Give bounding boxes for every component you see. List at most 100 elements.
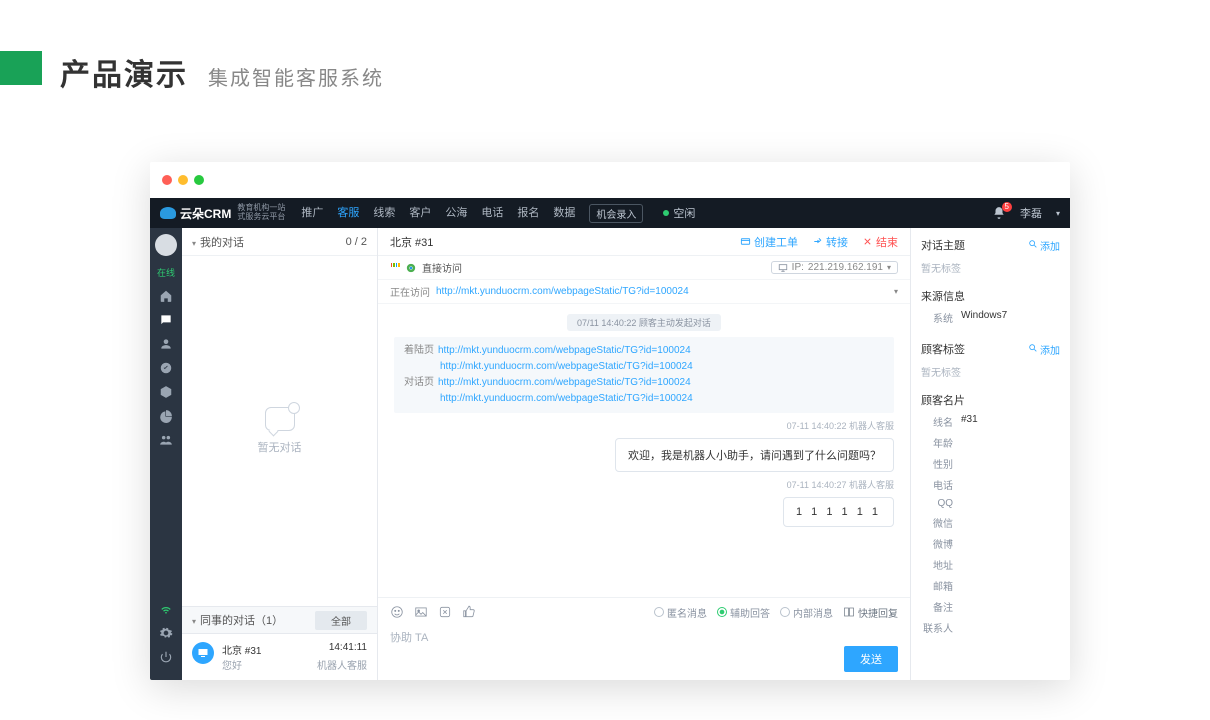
sidebar-item-user[interactable] — [150, 337, 182, 351]
my-conversations-header[interactable]: ▾我的对话 0 / 2 — [182, 228, 377, 256]
message-bubble: 欢迎，我是机器人小助手，请问遇到了什么问题吗？ — [615, 438, 894, 472]
window-close-dot[interactable] — [162, 175, 172, 185]
page-heading: 产品演示 集成智能客服系统 — [0, 0, 1210, 124]
assist-option[interactable]: 辅助回答 — [717, 605, 770, 620]
notif-badge: 5 — [1002, 202, 1012, 212]
product-tagline: 教育机构一站式服务云平台 — [237, 204, 285, 222]
sidebar-item-logout[interactable] — [150, 650, 182, 664]
page-subtitle: 集成智能客服系统 — [208, 62, 384, 91]
customer-field-row[interactable]: QQ — [921, 495, 1060, 512]
chrome-icon — [406, 263, 416, 273]
chat-title: 北京 #31 — [390, 234, 433, 250]
window-minimize-dot[interactable] — [178, 175, 188, 185]
tags-empty: 暂无标签 — [921, 360, 1060, 389]
sidebar-item-settings[interactable] — [150, 626, 182, 640]
send-button[interactable]: 发送 — [844, 646, 898, 672]
sidebar-item-wifi[interactable] — [150, 602, 182, 616]
empty-label: 暂无对话 — [258, 439, 302, 455]
chat-url-link[interactable]: http://mkt.yunduocrm.com/webpageStatic/T… — [440, 393, 693, 404]
anonymous-option[interactable]: 匿名消息 — [654, 605, 707, 620]
chat-url-link[interactable]: http://mkt.yunduocrm.com/webpageStatic/T… — [438, 377, 691, 388]
customer-field-row[interactable]: 地址 — [921, 554, 1060, 575]
sidebar-item-chat[interactable] — [150, 313, 182, 327]
product-logo[interactable]: 云朵CRM 教育机构一站式服务云平台 — [160, 204, 285, 222]
search-icon — [1028, 343, 1038, 353]
window-maximize-dot[interactable] — [194, 175, 204, 185]
search-icon — [1028, 239, 1038, 249]
customer-field-row[interactable]: 备注 — [921, 596, 1060, 617]
sidebar-item-check[interactable] — [150, 361, 182, 375]
add-tag-button[interactable]: 添加 — [1028, 342, 1060, 357]
landing-url-link[interactable]: http://mkt.yunduocrm.com/webpageStatic/T… — [440, 361, 693, 372]
landing-url-link[interactable]: http://mkt.yunduocrm.com/webpageStatic/T… — [438, 345, 691, 356]
nav-item-clients[interactable]: 客户 — [409, 204, 431, 223]
conversation-agent: 机器人客服 — [317, 657, 367, 672]
customer-field-row[interactable]: 电话 — [921, 474, 1060, 495]
nav-item-signup[interactable]: 报名 — [517, 204, 539, 223]
close-icon — [862, 236, 873, 247]
image-icon[interactable] — [414, 605, 428, 619]
message-timestamp: 07-11 14:40:27 机器人客服 — [787, 478, 894, 491]
status-dot-icon — [663, 210, 669, 216]
customer-field-row[interactable]: 邮箱 — [921, 575, 1060, 596]
product-name: 云朵CRM — [180, 205, 231, 222]
chat-messages[interactable]: 07/11 14:40:22 顾客主动发起对话 着陆页http://mkt.yu… — [378, 304, 910, 597]
end-chat-button[interactable]: 结束 — [862, 234, 898, 250]
sidebar-item-group[interactable] — [150, 433, 182, 447]
top-nav: 云朵CRM 教育机构一站式服务云平台 推广 客服 线索 客户 公海 电话 报名 … — [150, 198, 1070, 228]
nav-item-phone[interactable]: 电话 — [481, 204, 503, 223]
customer-field-row[interactable]: 微信 — [921, 512, 1060, 533]
source-section-header: 来源信息 — [921, 285, 1060, 307]
nav-item-promo[interactable]: 推广 — [301, 204, 323, 223]
internal-option[interactable]: 内部消息 — [780, 605, 833, 620]
message-input[interactable] — [390, 632, 898, 644]
windows-icon — [390, 263, 400, 273]
status-label: 空闲 — [673, 205, 695, 221]
conversation-title: 北京 #31 — [222, 642, 261, 657]
transfer-button[interactable]: 转接 — [812, 234, 848, 250]
monitor-icon — [778, 263, 788, 273]
current-user-name[interactable]: 李磊 — [1020, 205, 1042, 221]
chat-icon — [159, 313, 173, 327]
ip-value: 221.219.162.191 — [808, 262, 883, 273]
online-status-label: 在线 — [157, 266, 175, 279]
visiting-url-link[interactable]: http://mkt.yunduocrm.com/webpageStatic/T… — [436, 286, 689, 297]
emoji-icon[interactable] — [390, 605, 404, 619]
customer-name-row[interactable]: 线名#31 — [921, 411, 1060, 432]
sidebar-item-home[interactable] — [150, 289, 182, 303]
wifi-icon — [159, 602, 173, 616]
sidebar-item-pie[interactable] — [150, 409, 182, 423]
colleague-conversations-header[interactable]: ▾同事的对话（1） 全部 — [182, 606, 377, 634]
message-timestamp: 07-11 14:40:22 机器人客服 — [787, 419, 894, 432]
radio-icon — [780, 607, 790, 617]
attachment-icon[interactable] — [438, 605, 452, 619]
thumbs-up-icon[interactable] — [462, 605, 476, 619]
quick-reply-button[interactable]: 快捷回复 — [843, 605, 898, 620]
empty-state: 暂无对话 — [182, 256, 377, 606]
avatar[interactable] — [155, 234, 177, 256]
nav-item-data[interactable]: 数据 — [553, 204, 575, 223]
ip-pill[interactable]: IP: 221.219.162.191 ▾ — [771, 261, 898, 274]
chevron-down-icon[interactable]: ▾ — [894, 287, 898, 296]
gear-icon — [159, 626, 173, 640]
customer-field-row[interactable]: 性别 — [921, 453, 1060, 474]
colleague-conversations-label: 同事的对话（1） — [200, 615, 283, 627]
nav-item-leads[interactable]: 线索 — [373, 204, 395, 223]
add-topic-button[interactable]: 添加 — [1028, 238, 1060, 253]
nav-item-service[interactable]: 客服 — [337, 204, 359, 223]
notifications-button[interactable]: 5 — [992, 206, 1006, 220]
customer-field-row[interactable]: 微博 — [921, 533, 1060, 554]
visit-info-block: 着陆页http://mkt.yunduocrm.com/webpageStati… — [394, 337, 894, 413]
record-opportunity-button[interactable]: 机会录入 — [589, 204, 643, 223]
conversation-item[interactable]: 北京 #3114:41:11 您好机器人客服 — [182, 634, 377, 680]
conversation-list-column: ▾我的对话 0 / 2 暂无对话 ▾同事的对话（1） 全部 北京 #311 — [182, 228, 378, 680]
nav-item-pool[interactable]: 公海 — [445, 204, 467, 223]
transfer-icon — [812, 236, 823, 247]
presence-status[interactable]: 空闲 — [663, 205, 695, 221]
customer-field-row[interactable]: 年龄 — [921, 432, 1060, 453]
customer-field-row[interactable]: 联系人 — [921, 617, 1060, 638]
sidebar-item-cube[interactable] — [150, 385, 182, 399]
create-ticket-button[interactable]: 创建工单 — [740, 234, 798, 250]
chevron-down-icon[interactable]: ▾ — [1056, 209, 1060, 218]
colleague-filter-all[interactable]: 全部 — [315, 611, 367, 630]
